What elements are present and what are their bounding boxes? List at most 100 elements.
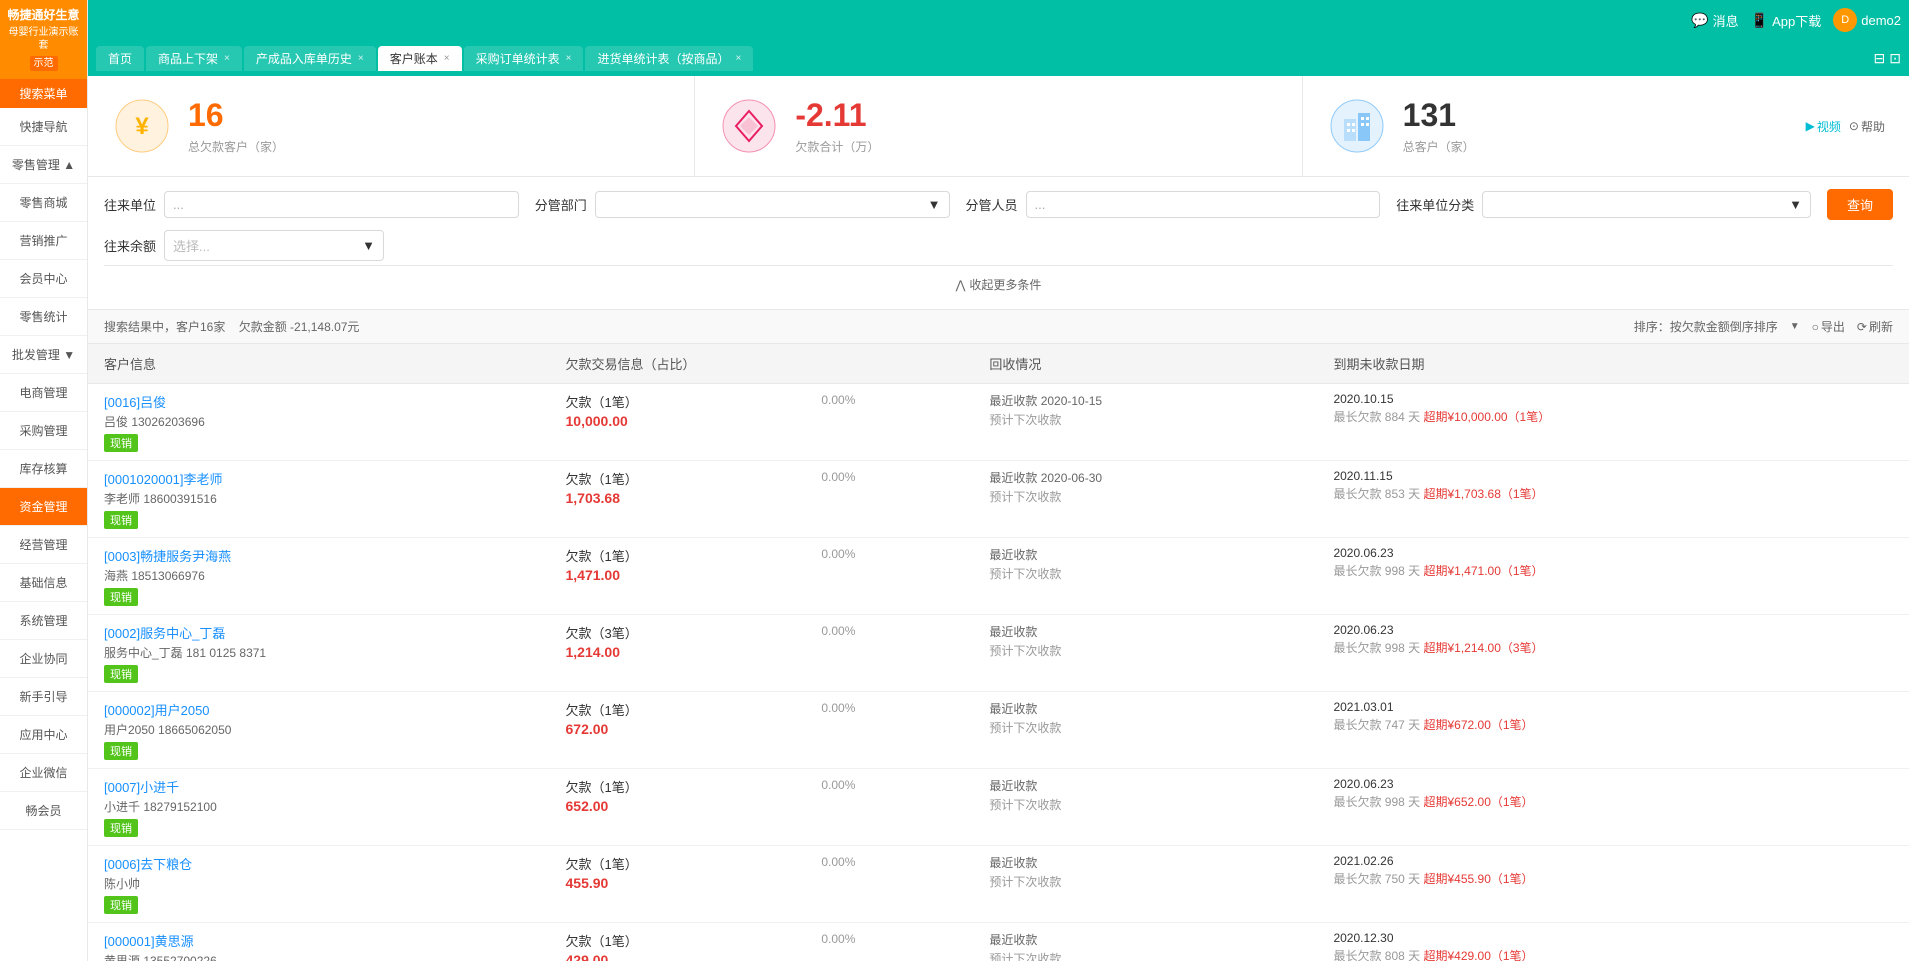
sidebar-item-yingxiao[interactable]: 营销推广	[0, 222, 87, 260]
search-menu[interactable]: 搜索菜单	[0, 79, 87, 108]
tab-shangpin[interactable]: 商品上下架 ×	[146, 46, 242, 71]
collection-cell: 最近收款 预计下次收款	[973, 615, 1317, 692]
overdue-link[interactable]: 超期¥1,471.00（1笔）	[1423, 564, 1543, 578]
search-button[interactable]: 查询	[1827, 189, 1893, 220]
overdue-info: 最长欠款 808 天 超期¥429.00（1笔）	[1333, 947, 1893, 961]
overdue-link[interactable]: 超期¥1,703.68（1笔）	[1423, 487, 1543, 501]
debt-amount[interactable]: 1,214.00	[566, 644, 782, 660]
debt-count-cell: 欠款（1笔） 672.00	[550, 692, 798, 769]
sidebar-item-zijin[interactable]: 资金管理	[0, 488, 87, 526]
stat-value-owes: 16	[188, 97, 670, 134]
overdue-link[interactable]: 超期¥652.00（1笔）	[1423, 795, 1533, 809]
refresh-btn[interactable]: ⟳ 刷新	[1857, 318, 1893, 335]
customer-name-link[interactable]: [0006]去下粮仓	[104, 854, 534, 873]
tab-close-kehu[interactable]: ×	[444, 53, 450, 64]
stat-value-total: 131	[1403, 97, 1790, 134]
tab-minimize-icon[interactable]: ⊟	[1874, 50, 1886, 67]
customer-name-link[interactable]: [000002]用户2050	[104, 700, 534, 719]
tab-expand-icon[interactable]: ⊡	[1889, 50, 1901, 67]
customer-name-link[interactable]: [0007]小进千	[104, 777, 534, 796]
debt-amount[interactable]: 455.90	[566, 875, 782, 891]
debt-amount[interactable]: 652.00	[566, 798, 782, 814]
tab-chancheng[interactable]: 产成品入库单历史 ×	[244, 46, 376, 71]
tab-jinhuo[interactable]: 进货单统计表（按商品） ×	[585, 46, 753, 71]
col-customer: 客户信息	[88, 344, 550, 384]
customer-name-link[interactable]: [0003]畅捷服务尹海燕	[104, 546, 534, 565]
debt-amount[interactable]: 1,471.00	[566, 567, 782, 583]
tab-home[interactable]: 首页	[96, 46, 144, 71]
sidebar-item-caigou[interactable]: 采购管理	[0, 412, 87, 450]
sidebar-item-dianshang[interactable]: 电商管理	[0, 374, 87, 412]
sidebar-item-lingshoutongji[interactable]: 零售统计	[0, 298, 87, 336]
overdue-link[interactable]: 超期¥455.90（1笔）	[1423, 872, 1533, 886]
debt-amount[interactable]: 672.00	[566, 721, 782, 737]
sidebar-item-lingshoucheng[interactable]: 零售商城	[0, 184, 87, 222]
tab-caigou[interactable]: 采购订单统计表 ×	[464, 46, 584, 71]
table-row: [000002]用户2050 用户2050 18665062050 现销 欠款（…	[88, 692, 1909, 769]
sidebar-item-jichuinfo[interactable]: 基础信息	[0, 564, 87, 602]
sidebar-item-yingyong[interactable]: 应用中心	[0, 716, 87, 754]
sidebar-item-xinshou[interactable]: 新手引导	[0, 678, 87, 716]
tab-close-shangpin[interactable]: ×	[224, 53, 230, 64]
stat-label-owes: 总欠款客户（家）	[188, 138, 670, 155]
debt-amount[interactable]: 10,000.00	[566, 413, 782, 429]
tab-close-jinhuo[interactable]: ×	[735, 53, 741, 64]
sidebar-item-pifa[interactable]: 批发管理 ▼	[0, 336, 87, 374]
user-avatar[interactable]: D demo2	[1833, 8, 1901, 32]
filter-select-yuee[interactable]: 选择... ▼	[164, 230, 384, 261]
app-download-btn[interactable]: 📱 App下载	[1751, 11, 1822, 30]
due-date: 2020.06.23	[1333, 777, 1893, 791]
next-collection: 预计下次收款	[989, 565, 1301, 582]
debt-count-cell: 欠款（1笔） 1,471.00	[550, 538, 798, 615]
filter-fenguan-bumen: 分管部门 ▼	[535, 191, 950, 218]
filter-select-bumen[interactable]: ▼	[595, 191, 950, 218]
video-btn[interactable]: ▶ 视频	[1806, 118, 1841, 135]
help-icon: ⊙	[1849, 119, 1859, 133]
overdue-info: 最长欠款 884 天 超期¥10,000.00（1笔）	[1333, 408, 1893, 425]
chevron-up-icon: ⋀	[956, 278, 966, 292]
overdue-link[interactable]: 超期¥1,214.00（3笔）	[1423, 641, 1543, 655]
debt-amount[interactable]: 1,703.68	[566, 490, 782, 506]
tab-close-caigou[interactable]: ×	[566, 53, 572, 64]
filter-row-2: 往来余额 选择... ▼	[104, 230, 1893, 261]
help-btn[interactable]: ⊙ 帮助	[1849, 118, 1885, 135]
overdue-link[interactable]: 超期¥672.00（1笔）	[1423, 718, 1533, 732]
debt-ratio: 0.00%	[821, 393, 855, 407]
sidebar-item-changhui[interactable]: 畅会员	[0, 792, 87, 830]
debt-amount[interactable]: 429.00	[566, 952, 782, 961]
debt-ratio-cell: 0.00%	[797, 923, 973, 961]
overdue-link[interactable]: 超期¥10,000.00（1笔）	[1423, 410, 1550, 424]
overdue-info: 最长欠款 998 天 超期¥652.00（1笔）	[1333, 793, 1893, 810]
sidebar-item-kuaijie[interactable]: 快捷导航	[0, 108, 87, 146]
table-head: 客户信息 欠款交易信息（占比） 回收情况 到期未收款日期	[88, 344, 1909, 384]
sidebar-item-qiye[interactable]: 企业协同	[0, 640, 87, 678]
collection-cell: 最近收款 预计下次收款	[973, 769, 1317, 846]
tab-close-chancheng[interactable]: ×	[358, 53, 364, 64]
sidebar-item-kucun[interactable]: 库存核算	[0, 450, 87, 488]
customer-cell: [000001]黄思源 黄思源 13552700226 现销	[88, 923, 550, 961]
filter-input-wanglai[interactable]: ...	[164, 191, 519, 218]
debt-ratio: 0.00%	[821, 547, 855, 561]
collapse-btn[interactable]: ⋀ 收起更多条件	[104, 272, 1893, 297]
debt-ratio-cell: 0.00%	[797, 538, 973, 615]
tab-kehu[interactable]: 客户账本 ×	[378, 46, 462, 71]
message-btn[interactable]: 💬 消息	[1691, 11, 1738, 30]
main-area: 💬 消息 📱 App下载 D demo2 首页 商品上下架 × 产成品入库单历史…	[88, 0, 1909, 961]
overdue-link[interactable]: 超期¥429.00（1笔）	[1423, 949, 1533, 961]
filter-input-renyuan[interactable]: ...	[1026, 191, 1381, 218]
customer-name-link[interactable]: [000001]黄思源	[104, 931, 534, 950]
customer-name-link[interactable]: [0002]服务中心_丁磊	[104, 623, 534, 642]
debt-count: 欠款（1笔）	[566, 777, 782, 796]
sidebar-item-xitong[interactable]: 系统管理	[0, 602, 87, 640]
sidebar-item-weixin[interactable]: 企业微信	[0, 754, 87, 792]
sidebar-item-huiyuan[interactable]: 会员中心	[0, 260, 87, 298]
customer-name-link[interactable]: [0001020001]李老师	[104, 469, 534, 488]
customer-name-link[interactable]: [0016]吕俊	[104, 392, 534, 411]
next-collection: 预计下次收款	[989, 411, 1301, 428]
export-btn[interactable]: ○ 导出	[1812, 318, 1845, 335]
sidebar-item-lingshou[interactable]: 零售管理 ▲	[0, 146, 87, 184]
sidebar-item-jingying[interactable]: 经营管理	[0, 526, 87, 564]
debt-ratio-cell: 0.00%	[797, 692, 973, 769]
filter-select-fenlei[interactable]: ▼	[1482, 191, 1811, 218]
table-wrap: 客户信息 欠款交易信息（占比） 回收情况 到期未收款日期 [0016]吕俊 吕俊…	[88, 344, 1909, 961]
